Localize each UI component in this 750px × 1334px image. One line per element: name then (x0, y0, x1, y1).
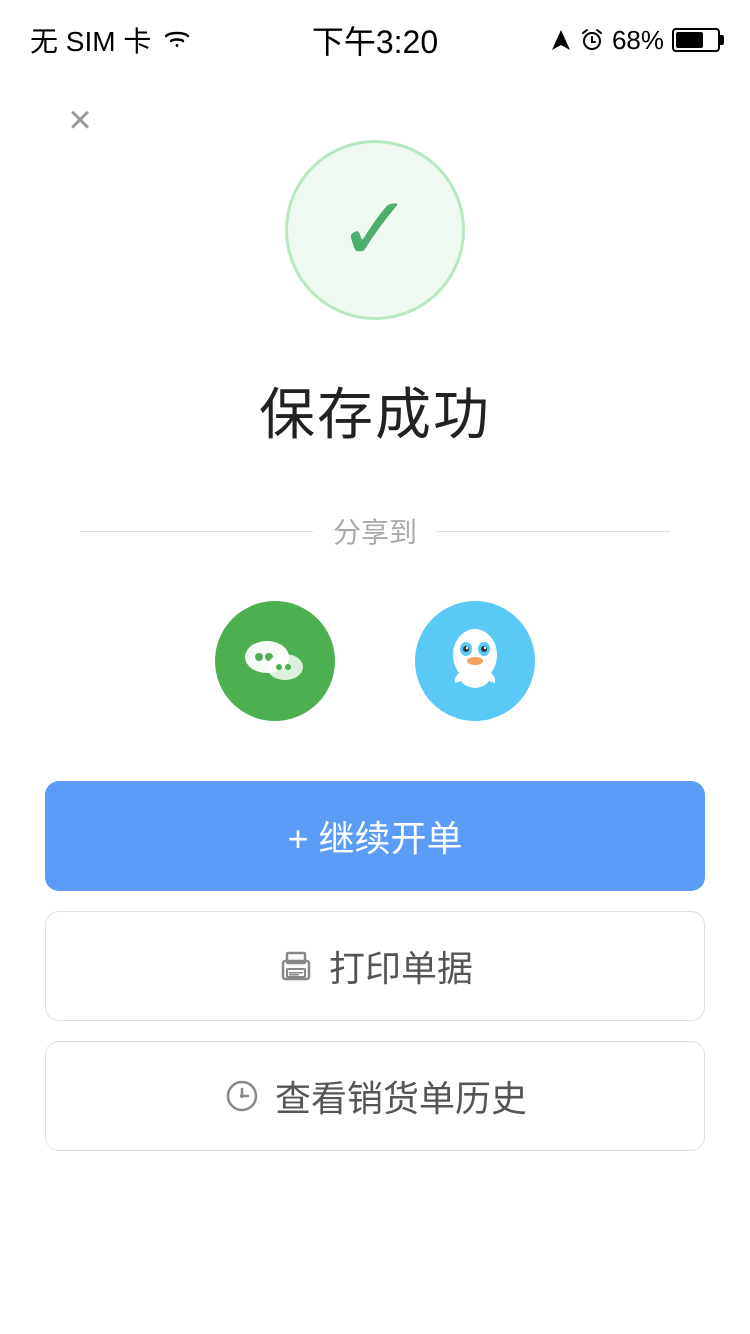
success-circle: ✓ (285, 140, 465, 320)
qq-share-button[interactable] (415, 601, 535, 721)
alarm-icon (580, 28, 604, 52)
success-title: 保存成功 (259, 370, 491, 451)
main-content: ✓ 保存成功 分享到 (0, 80, 750, 1151)
status-bar: 无 SIM 卡 下午3:20 68% (0, 0, 750, 80)
battery-percent: 68% (612, 25, 664, 56)
continue-button[interactable]: + 继续开单 (45, 781, 705, 891)
status-right: 68% (550, 25, 720, 56)
status-time: 下午3:20 (312, 17, 438, 63)
qq-icon (441, 625, 509, 697)
history-icon (223, 1077, 261, 1115)
history-button[interactable]: 查看销货单历史 (45, 1041, 705, 1151)
share-icons (0, 601, 750, 721)
share-divider: 分享到 (0, 511, 750, 551)
share-label: 分享到 (313, 511, 437, 551)
wifi-icon (161, 28, 193, 52)
battery-icon (672, 28, 720, 52)
carrier-text: 无 SIM 卡 (30, 20, 151, 60)
close-button[interactable]: × (50, 90, 110, 150)
checkmark-icon: ✓ (337, 185, 412, 275)
wechat-share-button[interactable] (215, 601, 335, 721)
status-left: 无 SIM 卡 (30, 20, 193, 60)
continue-label: + 继续开单 (287, 810, 462, 862)
print-icon (277, 947, 315, 985)
print-button[interactable]: 打印单据 (45, 911, 705, 1021)
wechat-icon (239, 631, 311, 691)
share-section: 分享到 (0, 511, 750, 721)
location-icon (550, 28, 572, 52)
close-icon: × (68, 100, 91, 140)
print-label: 打印单据 (329, 940, 473, 992)
history-label: 查看销货单历史 (275, 1070, 527, 1122)
action-buttons: + 继续开单 打印单据 查看销货单历史 (45, 781, 705, 1151)
